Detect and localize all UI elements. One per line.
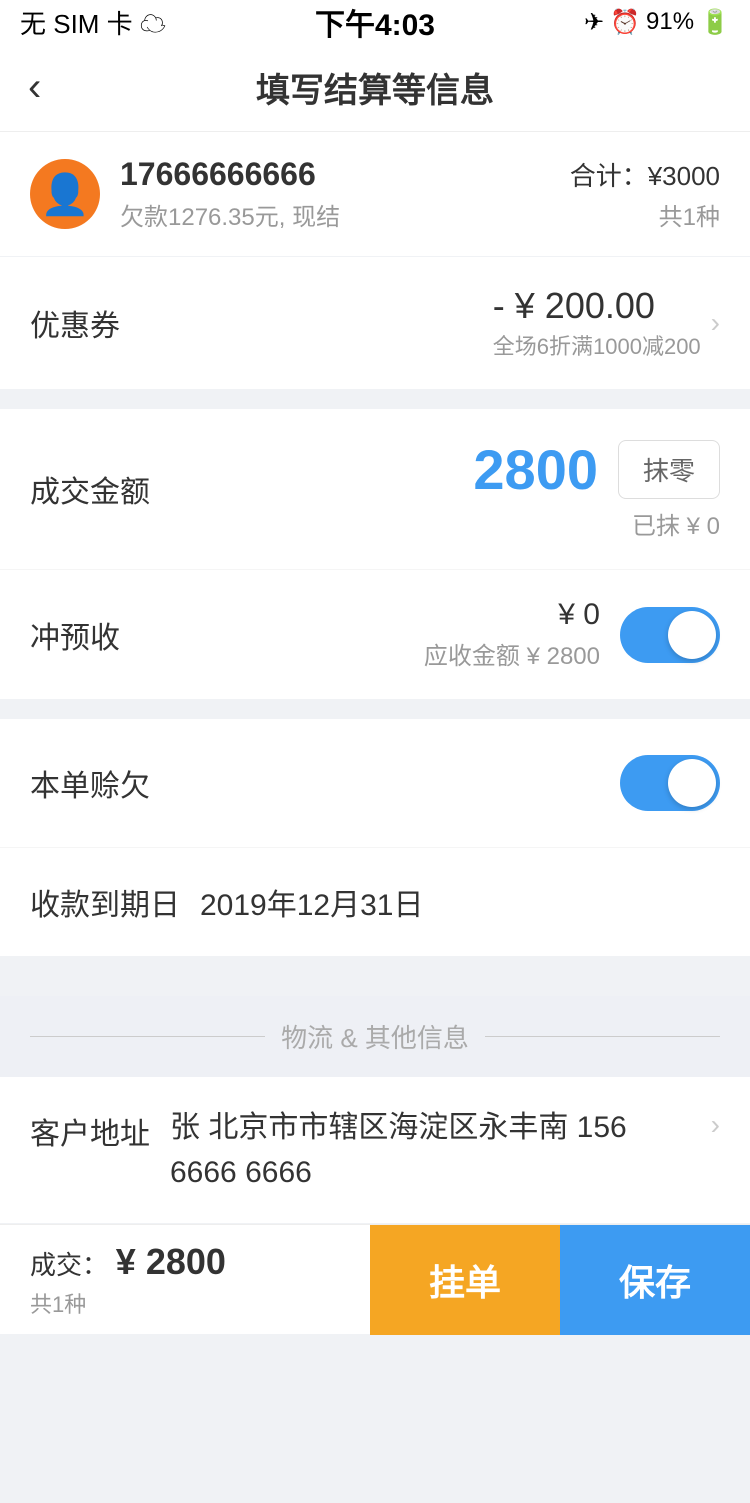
prepay-sub: 应收金额 ¥ 2800 — [424, 636, 600, 671]
customer-row: 👤 17666666666 欠款1276.35元, 现结 合计：¥3000 共1… — [0, 132, 750, 257]
chevron-right-icon: › — [711, 307, 720, 339]
prepay-toggle[interactable] — [620, 607, 720, 663]
transaction-amount-value: 2800 — [473, 437, 598, 502]
battery-icon: 🔋 — [700, 8, 730, 37]
logistics-line-right — [485, 1036, 720, 1037]
logistics-text: 物流 & 其他信息 — [281, 1018, 469, 1055]
toggle-knob — [668, 611, 716, 659]
transaction-amount-value-group: 2800 抹零 — [473, 437, 720, 502]
customer-phone: 17666666666 — [120, 156, 340, 193]
coupon-label: 优惠券 — [30, 301, 120, 345]
prepay-right: ¥ 0 应收金额 ¥ 2800 — [424, 598, 720, 671]
customer-info: 17666666666 欠款1276.35元, 现结 — [120, 156, 340, 232]
coupon-discount: - ¥ 200.00 — [493, 285, 701, 327]
sim-status: 无 SIM 卡 ☁ — [20, 4, 166, 41]
footer: 成交： ¥ 2800 共1种 挂单 保存 — [0, 1224, 750, 1334]
debit-label: 本单赊欠 — [30, 761, 150, 805]
section-divider-1 — [0, 389, 750, 409]
debit-row: 本单赊欠 — [0, 719, 750, 847]
prepay-row: 冲预收 ¥ 0 应收金额 ¥ 2800 — [0, 570, 750, 699]
total-label: 合计：¥3000 — [570, 156, 720, 193]
prepay-label: 冲预收 — [30, 613, 120, 657]
debit-toggle[interactable] — [620, 755, 720, 811]
section-divider-3 — [0, 956, 750, 976]
coupon-row[interactable]: 优惠券 - ¥ 200.00 全场6折满1000减200 › — [0, 257, 750, 389]
address-row[interactable]: 客户地址 张 北京市市辖区海淀区永丰南 156 6666 6666 › — [0, 1077, 750, 1223]
coupon-right: - ¥ 200.00 全场6折满1000减200 › — [493, 285, 720, 361]
transaction-amount-sub: 已抹 ¥ 0 — [473, 506, 720, 541]
total-count: 共1种 — [570, 197, 720, 232]
coupon-description: 全场6折满1000减200 — [493, 329, 701, 361]
footer-amount: ¥ 2800 — [116, 1241, 226, 1282]
section-divider-2 — [0, 699, 750, 719]
duedate-label: 收款到期日 — [30, 880, 180, 924]
transaction-amount-row: 成交金额 2800 抹零 已抹 ¥ 0 — [0, 409, 750, 570]
battery-level: 91% — [646, 8, 694, 36]
status-time: 下午4:03 — [315, 0, 435, 44]
address-value: 张 北京市市辖区海淀区永丰南 156 6666 6666 — [170, 1105, 691, 1195]
status-right: ✈ ⏰ 91% 🔋 — [584, 8, 730, 37]
debit-toggle-knob — [668, 759, 716, 807]
footer-count: 共1种 — [30, 1287, 340, 1319]
address-chevron-icon: › — [711, 1109, 720, 1141]
customer-right: 合计：¥3000 共1种 — [570, 156, 720, 232]
duedate-inner: 收款到期日 2019年12月31日 — [30, 880, 720, 924]
customer-sub: 欠款1276.35元, 现结 — [120, 197, 340, 232]
duedate-value: 2019年12月31日 — [200, 880, 423, 924]
back-button[interactable]: ‹ — [28, 65, 41, 110]
pending-button[interactable]: 挂单 — [370, 1225, 560, 1335]
logistics-divider: 物流 & 其他信息 — [0, 996, 750, 1077]
duedate-row: 收款到期日 2019年12月31日 — [0, 847, 750, 956]
prepay-amount: ¥ 0 — [424, 598, 600, 632]
footer-summary-label: 成交： — [30, 1250, 108, 1280]
alarm-icon: ⏰ — [610, 8, 640, 37]
footer-amount-line: 成交： ¥ 2800 — [30, 1241, 340, 1283]
transaction-amount-label: 成交金额 — [30, 467, 150, 511]
address-label: 客户地址 — [30, 1109, 150, 1153]
location-icon: ✈ — [584, 8, 604, 37]
status-left: 无 SIM 卡 ☁ — [20, 4, 166, 41]
save-button[interactable]: 保存 — [560, 1225, 750, 1335]
round-button[interactable]: 抹零 — [618, 440, 720, 499]
avatar-icon: 👤 — [40, 171, 90, 218]
prepay-amount-group: ¥ 0 应收金额 ¥ 2800 — [424, 598, 600, 671]
status-bar: 无 SIM 卡 ☁ 下午4:03 ✈ ⏰ 91% 🔋 — [0, 0, 750, 44]
page-title: 填写结算等信息 — [256, 63, 494, 112]
form-section-1: 成交金额 2800 抹零 已抹 ¥ 0 冲预收 ¥ 0 应收金额 ¥ 2800 — [0, 409, 750, 699]
header: ‹ 填写结算等信息 — [0, 44, 750, 132]
footer-summary: 成交： ¥ 2800 共1种 — [0, 1241, 370, 1319]
logistics-line-left — [30, 1036, 265, 1037]
avatar: 👤 — [30, 159, 100, 229]
